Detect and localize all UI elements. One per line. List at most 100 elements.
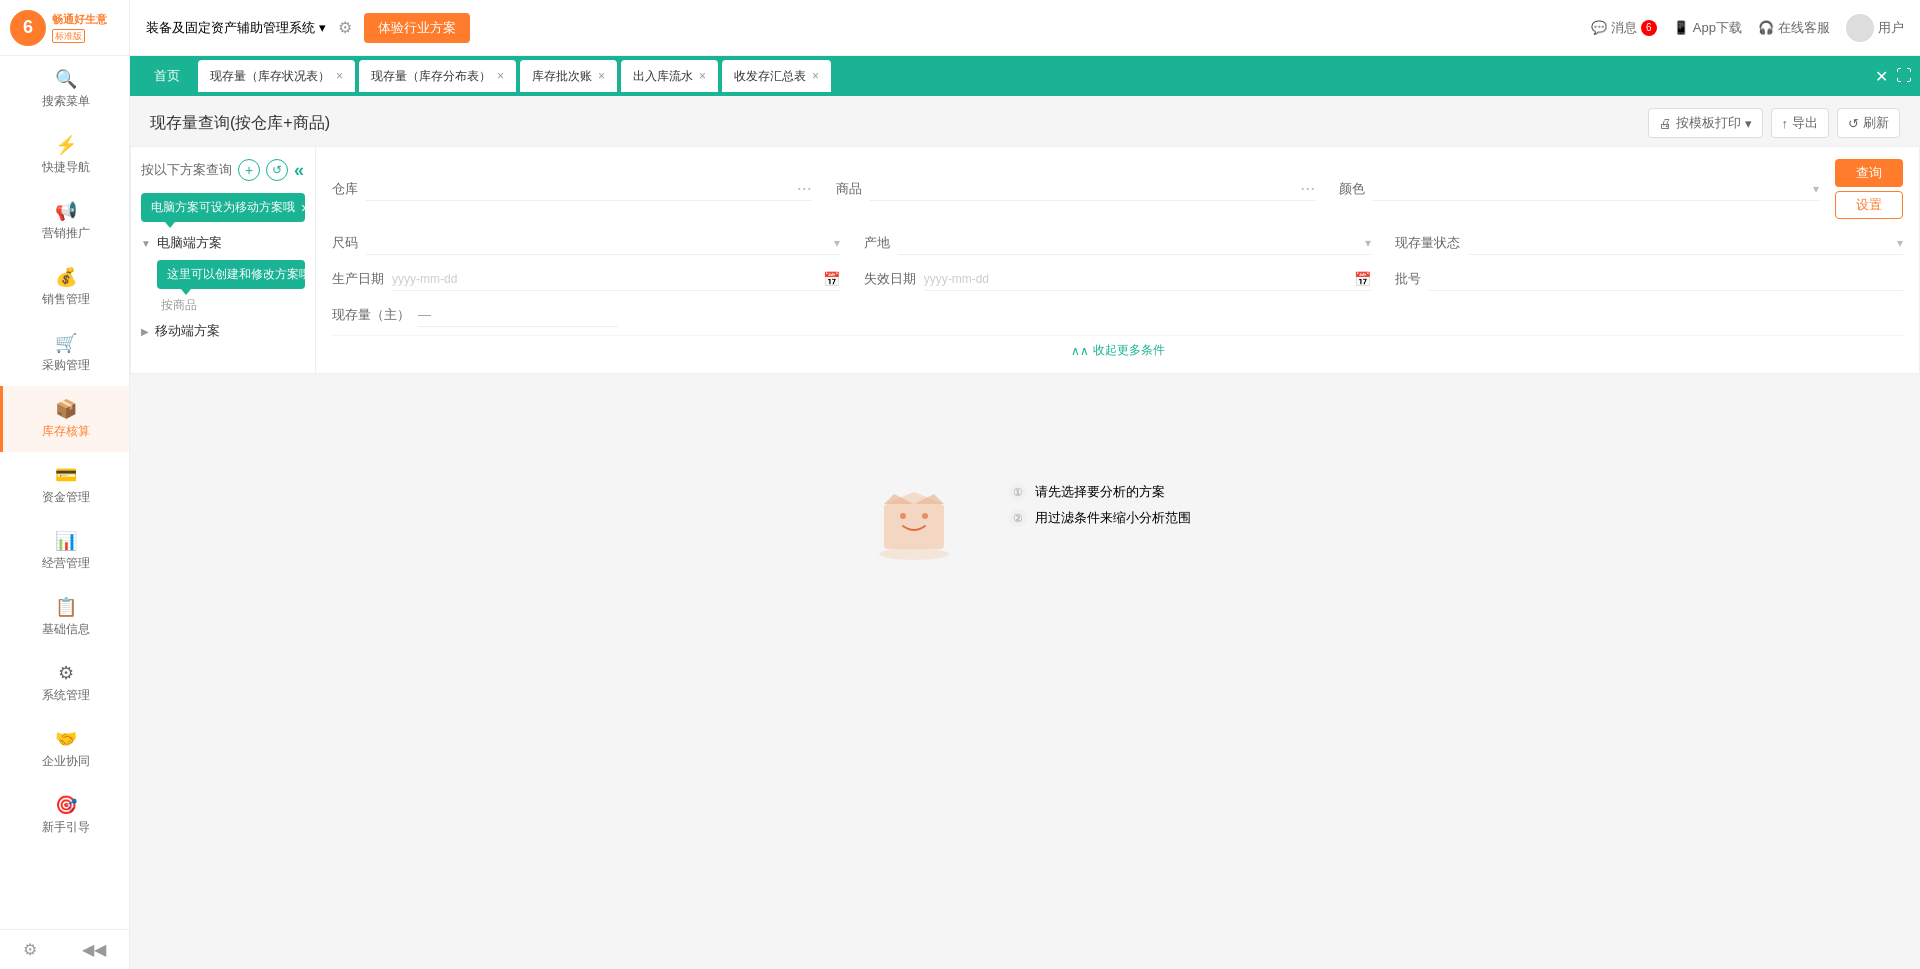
tab-collection-summary[interactable]: 收发存汇总表 × — [722, 60, 831, 92]
main-content: 现存量查询(按仓库+商品) 🖨 按模板打印 ▾ ↑ 导出 ↺ 刷新 按以下方案查… — [130, 96, 1920, 969]
sidebar-item-quicknav[interactable]: ⚡ 快捷导航 — [0, 122, 129, 188]
header-settings-icon[interactable]: ⚙ — [338, 18, 352, 37]
nav-icon: ⚡ — [55, 134, 77, 156]
empty-illustration — [859, 454, 969, 564]
tabbar-actions: ✕ ⛶ — [1875, 67, 1912, 86]
tab-batch-account[interactable]: 库存批次账 × — [520, 60, 617, 92]
sidebar-item-marketing[interactable]: 📢 营销推广 — [0, 188, 129, 254]
stock-status-select-area[interactable]: ▾ — [1468, 231, 1903, 255]
tooltip2-close[interactable]: × — [317, 267, 325, 283]
app-download-button[interactable]: 📱 App下载 — [1673, 19, 1742, 37]
warehouse-input-area[interactable]: ··· — [366, 177, 812, 201]
online-service-button[interactable]: 🎧 在线客服 — [1758, 19, 1830, 37]
svg-rect-0 — [884, 504, 944, 549]
tab-close-collection[interactable]: × — [812, 69, 819, 83]
tab-home[interactable]: 首页 — [138, 56, 196, 96]
sidebar-item-basic-info[interactable]: 📋 基础信息 — [0, 584, 129, 650]
empty-steps: ① 请先选择要分析的方案 ② 用过滤条件来缩小分析范围 — [1009, 483, 1191, 535]
commodity-more-icon[interactable]: ··· — [1300, 178, 1315, 199]
sidebar-item-inventory[interactable]: 📦 库存核算 — [0, 386, 129, 452]
pc-scheme-arrow: ▼ — [141, 238, 151, 249]
finance-icon: 💳 — [55, 464, 77, 486]
sidebar-item-sales[interactable]: 💰 销售管理 — [0, 254, 129, 320]
print-dropdown-icon: ▾ — [1745, 116, 1752, 131]
mobile-scheme-item[interactable]: ▶ 移动端方案 — [141, 318, 305, 344]
sidebar-item-search[interactable]: 🔍 搜索菜单 — [0, 56, 129, 122]
tab-inout-flow[interactable]: 出入库流水 × — [621, 60, 718, 92]
close-all-tabs-icon[interactable]: ✕ — [1875, 67, 1888, 86]
add-scheme-button[interactable]: + — [238, 159, 260, 181]
tab-close-inventory-status[interactable]: × — [336, 69, 343, 83]
tooltip2-container: 这里可以创建和修改方案哦 × — [157, 260, 305, 289]
batch-filter: 批号 — [1395, 267, 1903, 291]
refresh-button[interactable]: ↺ 刷新 — [1837, 108, 1900, 138]
warehouse-more-icon[interactable]: ··· — [797, 178, 812, 199]
logo-area: 6 畅通好生意 标准版 — [0, 0, 129, 56]
tooltip2-popup: 这里可以创建和修改方案哦 × — [157, 260, 305, 289]
commodity-input-area[interactable]: ··· — [870, 177, 1316, 201]
sidebar-item-system[interactable]: ⚙ 系统管理 — [0, 650, 129, 716]
print-button[interactable]: 🖨 按模板打印 ▾ — [1648, 108, 1763, 138]
batch-input-area[interactable] — [1429, 267, 1903, 291]
expiry-date-placeholder: yyyy-mm-dd — [924, 272, 989, 286]
sidebar-item-guide[interactable]: 🎯 新手引导 — [0, 782, 129, 848]
experience-button[interactable]: 体验行业方案 — [364, 13, 470, 43]
scheme-tree: ▼ 电脑端方案 这里可以创建和修改方案哦 × 按商品 — [141, 230, 305, 344]
tooltip2-text: 这里可以创建和修改方案哦 — [167, 266, 311, 283]
back-arrow-icon[interactable]: « — [294, 160, 304, 181]
sidebar-item-purchase[interactable]: 🛒 采购管理 — [0, 320, 129, 386]
system-name-label: 装备及固定资产辅助管理系统 — [146, 19, 315, 37]
origin-filter: 产地 ▾ — [864, 231, 1372, 255]
tabbar: 首页 现存量（库存状况表） × 现存量（库存分布表） × 库存批次账 × 出入库… — [130, 56, 1920, 96]
search-icon: 🔍 — [55, 68, 77, 90]
tab-inventory-distribution[interactable]: 现存量（库存分布表） × — [359, 60, 516, 92]
prod-date-calendar-icon[interactable]: 📅 — [823, 271, 840, 287]
system-selector[interactable]: 装备及固定资产辅助管理系统 ▾ — [146, 19, 326, 37]
filter-row-4: 现存量（主） — — [332, 303, 1903, 327]
tab-inventory-status[interactable]: 现存量（库存状况表） × — [198, 60, 355, 92]
color-dropdown-icon[interactable]: ▾ — [1813, 182, 1819, 196]
color-select-area[interactable]: ▾ — [1373, 177, 1819, 201]
size-select-area[interactable]: ▾ — [366, 231, 840, 255]
stock-qty-range-area[interactable]: — — [418, 303, 618, 327]
expiry-date-input-area[interactable]: yyyy-mm-dd 📅 — [924, 267, 1372, 291]
tab-close-inventory-distribution[interactable]: × — [497, 69, 504, 83]
step-num-2: ② — [1009, 509, 1027, 527]
stock-status-filter: 现存量状态 ▾ — [1395, 231, 1903, 255]
filter-area: 按以下方案查询 + ↺ « 电脑方案可设为移动方案哦 × ▼ — [130, 146, 1920, 374]
user-menu[interactable]: 用户 — [1846, 14, 1904, 42]
origin-dropdown-icon: ▾ — [1365, 236, 1371, 250]
prod-date-input-area[interactable]: yyyy-mm-dd 📅 — [392, 267, 840, 291]
page-header: 现存量查询(按仓库+商品) 🖨 按模板打印 ▾ ↑ 导出 ↺ 刷新 — [130, 96, 1920, 146]
tab-close-flow[interactable]: × — [699, 69, 706, 83]
origin-select-area[interactable]: ▾ — [898, 231, 1372, 255]
sidebar-item-finance[interactable]: 💳 资金管理 — [0, 452, 129, 518]
reset-button[interactable]: 设置 — [1835, 191, 1903, 219]
stock-qty-dash: — — [418, 307, 431, 322]
sidebar-bottom: ⚙ ◀◀ — [0, 929, 129, 969]
settings-bottom-icon[interactable]: ⚙ — [23, 940, 37, 959]
tooltip1-text: 电脑方案可设为移动方案哦 — [151, 199, 295, 216]
tab-close-batch[interactable]: × — [598, 69, 605, 83]
expiry-date-calendar-icon[interactable]: 📅 — [1354, 271, 1371, 287]
logo-badge: 标准版 — [52, 29, 85, 44]
page-actions: 🖨 按模板打印 ▾ ↑ 导出 ↺ 刷新 — [1648, 108, 1901, 138]
collapse-filter-button[interactable]: ∧∧ 收起更多条件 — [332, 335, 1903, 365]
search-button[interactable]: 查询 — [1835, 159, 1903, 187]
fullscreen-icon[interactable]: ⛶ — [1896, 67, 1912, 85]
message-button[interactable]: 💬 消息 6 — [1591, 19, 1657, 37]
sidebar-item-operations[interactable]: 📊 经营管理 — [0, 518, 129, 584]
user-avatar — [1846, 14, 1874, 42]
export-button[interactable]: ↑ 导出 — [1771, 108, 1830, 138]
stock-status-label: 现存量状态 — [1395, 234, 1460, 252]
step-1-label: 请先选择要分析的方案 — [1035, 483, 1165, 501]
sidebar-item-enterprise[interactable]: 🤝 企业协同 — [0, 716, 129, 782]
filter-header: 按以下方案查询 + ↺ « — [141, 159, 305, 181]
refresh-scheme-button[interactable]: ↺ — [266, 159, 288, 181]
svg-point-1 — [900, 513, 906, 519]
collapse-sidebar-icon[interactable]: ◀◀ — [82, 940, 106, 959]
tooltip1-close[interactable]: × — [301, 200, 309, 216]
commodity-label: 商品 — [836, 180, 862, 198]
size-filter: 尺码 ▾ — [332, 231, 840, 255]
pc-scheme-item[interactable]: ▼ 电脑端方案 — [141, 230, 305, 256]
